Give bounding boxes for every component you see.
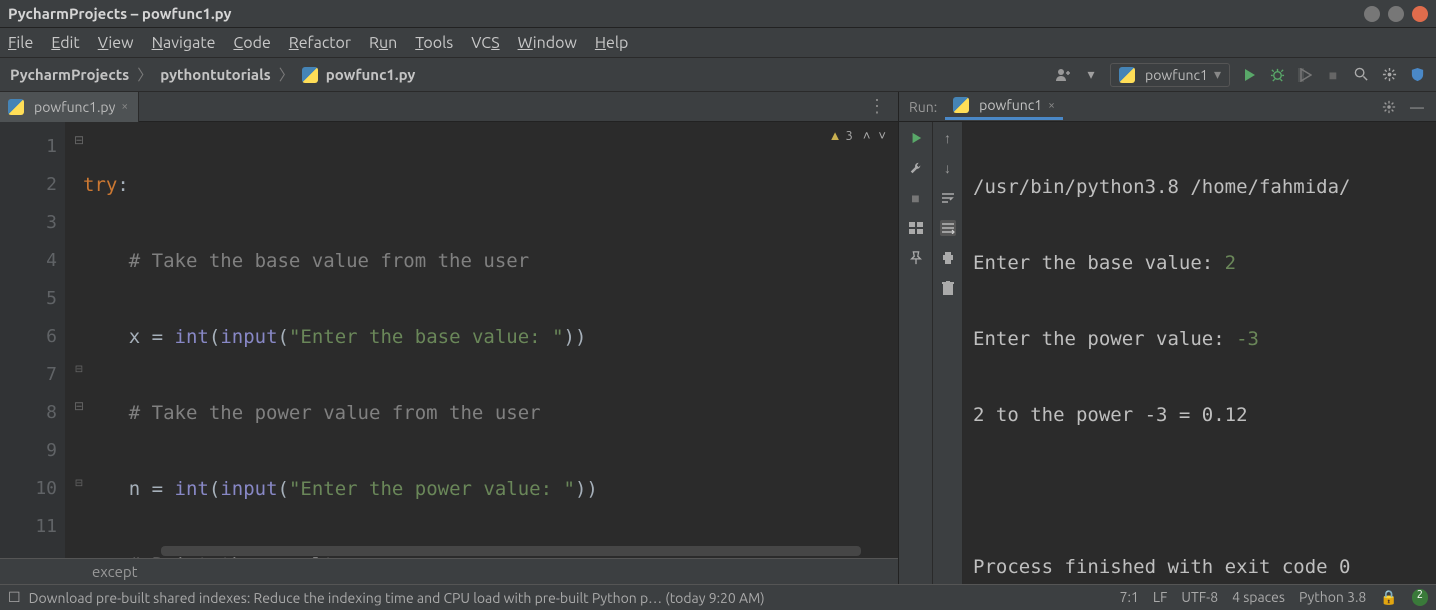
shield-icon[interactable] (1408, 66, 1426, 84)
warning-icon: ▲ (829, 128, 842, 143)
stop-button[interactable]: ■ (1324, 66, 1342, 84)
close-tab-icon[interactable]: × (121, 100, 128, 113)
notification-badge[interactable]: 2 (1412, 589, 1428, 606)
close-icon[interactable]: × (1048, 99, 1055, 112)
lock-icon[interactable]: 🔒 (1380, 589, 1397, 606)
menu-edit[interactable]: Edit (51, 34, 79, 52)
down-arrow-icon[interactable]: ↓ (940, 160, 956, 176)
scroll-to-end-icon[interactable] (940, 220, 956, 236)
run-config-name: powfunc1 (1145, 67, 1208, 83)
console-line: /usr/bin/python3.8 /home/fahmida/ (973, 168, 1426, 206)
soft-wrap-icon[interactable] (940, 190, 956, 206)
run-tab[interactable]: powfunc1 × (945, 94, 1063, 120)
menu-view[interactable]: View (98, 34, 134, 52)
python-file-icon (302, 67, 318, 83)
status-message[interactable]: Download pre-built shared indexes: Reduc… (29, 590, 765, 606)
run-tool-window: Run: powfunc1 × — ■ ↑ (899, 92, 1436, 584)
hide-icon[interactable]: — (1408, 98, 1426, 116)
navigation-bar: PycharmProjects 〉 pythontutorials 〉 powf… (0, 58, 1436, 92)
breadcrumb-project[interactable]: PycharmProjects (10, 66, 129, 83)
window-title: PycharmProjects – powfunc1.py (8, 5, 231, 22)
menu-code[interactable]: Code (233, 34, 270, 52)
nav-up-icon[interactable]: ˄ (863, 128, 871, 143)
console-line: 2 to the power -3 = 0.12 (973, 396, 1426, 434)
trash-icon[interactable] (940, 280, 956, 296)
menu-window[interactable]: Window (518, 34, 577, 52)
code-editor[interactable]: 1234567891011 ⊟ ⊟ ⊟ ⊟ try: # Take the ba… (0, 122, 898, 558)
run-toolbar-primary: ■ (899, 122, 933, 584)
menu-refactor[interactable]: Refactor (289, 34, 351, 52)
console-line (973, 472, 1426, 510)
warning-count: 3 (845, 129, 852, 143)
menu-navigate[interactable]: Navigate (152, 34, 216, 52)
console-line: Enter the base value: 2 (973, 244, 1426, 282)
title-bar: PycharmProjects – powfunc1.py (0, 0, 1436, 28)
python-file-icon (953, 97, 969, 113)
editor-tab-label: powfunc1.py (34, 99, 115, 115)
python-file-icon (8, 99, 24, 115)
print-icon[interactable] (940, 250, 956, 266)
inspection-indicator[interactable]: ▲ 3 ˄ ˅ (829, 128, 886, 143)
stop-icon[interactable]: ■ (908, 190, 924, 206)
console-output[interactable]: /usr/bin/python3.8 /home/fahmida/ Enter … (963, 122, 1436, 584)
python-file-icon (1119, 67, 1135, 83)
chevron-down-icon: ▾ (1214, 66, 1221, 83)
run-title: Run: (909, 99, 937, 115)
status-encoding[interactable]: UTF-8 (1181, 589, 1218, 606)
console-line: Enter the power value: -3 (973, 320, 1426, 358)
dropdown-arrow-icon[interactable]: ▾ (1082, 66, 1100, 84)
run-button[interactable] (1240, 66, 1258, 84)
status-hint-icon[interactable]: ☐ (8, 589, 21, 606)
gear-icon[interactable] (1380, 98, 1398, 116)
status-indent[interactable]: 4 spaces (1232, 589, 1285, 606)
maximize-button[interactable] (1388, 6, 1404, 22)
run-header: Run: powfunc1 × — (899, 92, 1436, 122)
breadcrumb-folder[interactable]: pythontutorials (160, 66, 270, 83)
rerun-icon[interactable] (908, 130, 924, 146)
close-button[interactable] (1412, 6, 1428, 22)
debug-button[interactable] (1268, 66, 1286, 84)
chevron-right-icon: 〉 (137, 64, 152, 85)
up-arrow-icon[interactable]: ↑ (940, 130, 956, 146)
coverage-button[interactable] (1296, 66, 1314, 84)
menu-vcs[interactable]: VCS (471, 34, 499, 52)
editor-tab[interactable]: powfunc1.py × (0, 92, 139, 122)
code-breadcrumb-item[interactable]: except (92, 563, 138, 580)
menu-help[interactable]: Help (595, 34, 629, 52)
pin-icon[interactable] (908, 250, 924, 266)
status-interpreter[interactable]: Python 3.8 (1299, 589, 1366, 606)
nav-down-icon[interactable]: ˅ (878, 128, 886, 143)
run-tab-label: powfunc1 (979, 97, 1042, 113)
menu-tools[interactable]: Tools (415, 34, 453, 52)
menu-bar: File Edit View Navigate Code Refactor Ru… (0, 28, 1436, 58)
search-icon[interactable] (1352, 66, 1370, 84)
breadcrumb-file[interactable]: powfunc1.py (326, 66, 416, 83)
console-line: Process finished with exit code 0 (973, 548, 1426, 584)
main-content: powfunc1.py × ⋮ 1234567891011 ⊟ ⊟ ⊟ ⊟ tr… (0, 92, 1436, 584)
status-caret[interactable]: 7:1 (1120, 589, 1139, 606)
wrench-icon[interactable] (908, 160, 924, 176)
settings-gear-icon[interactable] (1380, 66, 1398, 84)
menu-run[interactable]: Run (369, 34, 397, 52)
run-toolbar-secondary: ↑ ↓ (933, 122, 963, 584)
layout-icon[interactable] (908, 220, 924, 236)
editor-tab-bar: powfunc1.py × ⋮ (0, 92, 898, 122)
editor-more-icon[interactable]: ⋮ (868, 96, 898, 117)
line-gutter: 1234567891011 (0, 122, 65, 558)
toolbar-right: ▾ powfunc1 ▾ ■ (1054, 63, 1426, 87)
chevron-right-icon: 〉 (279, 64, 294, 85)
menu-file[interactable]: File (8, 34, 33, 52)
run-configuration-selector[interactable]: powfunc1 ▾ (1110, 63, 1230, 87)
run-body: ■ ↑ ↓ /usr/bin/python3.8 /home/fahmida/ … (899, 122, 1436, 584)
editor-pane: powfunc1.py × ⋮ 1234567891011 ⊟ ⊟ ⊟ ⊟ tr… (0, 92, 899, 584)
breadcrumb[interactable]: PycharmProjects 〉 pythontutorials 〉 powf… (10, 64, 415, 85)
code-breadcrumb[interactable]: except (0, 558, 898, 584)
add-user-icon[interactable] (1054, 66, 1072, 84)
horizontal-scrollbar[interactable] (161, 546, 861, 556)
minimize-button[interactable] (1364, 6, 1380, 22)
status-bar: ☐ Download pre-built shared indexes: Red… (0, 584, 1436, 610)
status-line-sep[interactable]: LF (1153, 589, 1168, 606)
window-controls (1364, 6, 1428, 22)
code-text[interactable]: try: # Take the base value from the user… (65, 122, 898, 558)
